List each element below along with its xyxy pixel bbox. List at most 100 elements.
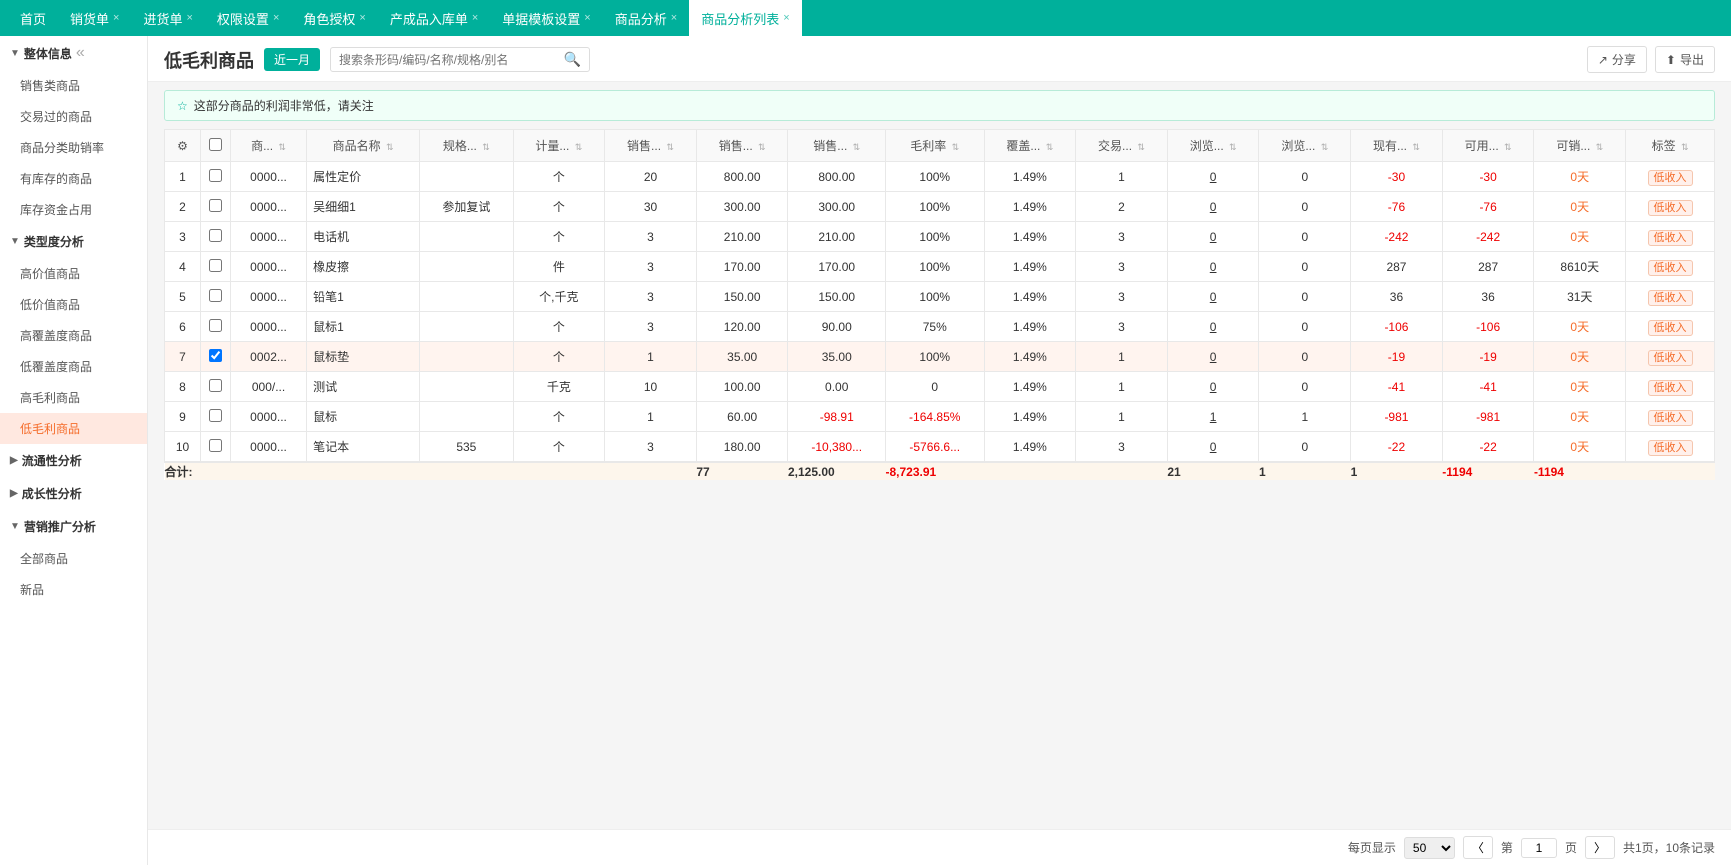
row-checkbox[interactable] xyxy=(209,319,222,332)
th-setting[interactable]: ⚙ xyxy=(165,130,201,162)
share-button[interactable]: ↗ 分享 xyxy=(1587,46,1647,73)
nav-product-in-close[interactable]: × xyxy=(472,12,478,24)
nav-goods-analysis-list[interactable]: 商品分析列表 × xyxy=(689,0,801,36)
sidebar-item-high-margin[interactable]: 高毛利商品 xyxy=(0,382,147,413)
cell-available: -76 xyxy=(1442,192,1534,222)
prev-page-button[interactable]: 〈 xyxy=(1463,836,1493,859)
nav-sales[interactable]: 销货单 × xyxy=(58,0,131,36)
sidebar-item-new-goods[interactable]: 新品 xyxy=(0,574,147,605)
sidebar-group-circulation[interactable]: ▶ 流通性分析 xyxy=(0,444,147,477)
cell-no: 4 xyxy=(165,252,201,282)
sidebar-item-stock-capital[interactable]: 库存资金占用 xyxy=(0,194,147,225)
cell-checkbox[interactable] xyxy=(201,252,231,282)
nav-product-in[interactable]: 产成品入库单 × xyxy=(378,0,490,36)
th-browse1[interactable]: 浏览... ⇅ xyxy=(1167,130,1259,162)
sidebar-collapse-btn[interactable]: « xyxy=(76,44,85,62)
th-saleable[interactable]: 可销... ⇅ xyxy=(1534,130,1626,162)
nav-purchase[interactable]: 进货单 × xyxy=(131,0,204,36)
row-checkbox[interactable] xyxy=(209,349,222,362)
cell-code: 0000... xyxy=(231,282,307,312)
nav-home[interactable]: 首页 xyxy=(8,0,58,36)
search-input[interactable] xyxy=(339,53,564,67)
th-gross-margin[interactable]: 毛利率 ⇅ xyxy=(885,130,984,162)
nav-goods-list-close[interactable]: × xyxy=(783,12,789,24)
cell-checkbox[interactable] xyxy=(201,192,231,222)
nav-role-close[interactable]: × xyxy=(359,12,365,24)
row-checkbox[interactable] xyxy=(209,199,222,212)
nav-role[interactable]: 角色授权 × xyxy=(291,0,377,36)
sidebar-item-traded-goods[interactable]: 交易过的商品 xyxy=(0,101,147,132)
cell-checkbox[interactable] xyxy=(201,312,231,342)
nav-permission-close[interactable]: × xyxy=(273,12,279,24)
nav-goods-analysis-close[interactable]: × xyxy=(671,12,677,24)
nav-sales-close[interactable]: × xyxy=(113,12,119,24)
cell-checkbox[interactable] xyxy=(201,432,231,463)
sidebar-item-all-goods[interactable]: 全部商品 xyxy=(0,543,147,574)
cell-sale-price: 60.00 xyxy=(696,402,788,432)
cell-checkbox[interactable] xyxy=(201,162,231,192)
page-size-select[interactable]: 50 100 200 xyxy=(1404,837,1455,859)
th-sale-price[interactable]: 销售... ⇅ xyxy=(696,130,788,162)
row-checkbox[interactable] xyxy=(209,259,222,272)
sidebar-item-high-coverage[interactable]: 高覆盖度商品 xyxy=(0,320,147,351)
th-unit[interactable]: 计量... ⇅ xyxy=(513,130,605,162)
th-current-stock[interactable]: 现有... ⇅ xyxy=(1351,130,1443,162)
th-coverage[interactable]: 覆盖... ⇅ xyxy=(984,130,1076,162)
select-all-checkbox[interactable] xyxy=(209,138,222,151)
th-browse2[interactable]: 浏览... ⇅ xyxy=(1259,130,1351,162)
nav-template-close[interactable]: × xyxy=(584,12,590,24)
row-checkbox[interactable] xyxy=(209,289,222,302)
cell-browse1[interactable]: 0 xyxy=(1167,222,1259,252)
nav-goods-analysis[interactable]: 商品分析 × xyxy=(603,0,689,36)
row-checkbox[interactable] xyxy=(209,169,222,182)
page-number-input[interactable] xyxy=(1521,838,1557,858)
sidebar-item-low-value[interactable]: 低价值商品 xyxy=(0,289,147,320)
table-row: 8 000/... 测试 千克 10 100.00 0.00 0 1.49% 1… xyxy=(165,372,1715,402)
cell-browse1[interactable]: 0 xyxy=(1167,252,1259,282)
th-available[interactable]: 可用... ⇅ xyxy=(1442,130,1534,162)
nav-permission[interactable]: 权限设置 × xyxy=(205,0,291,36)
sidebar-item-low-margin[interactable]: 低毛利商品 xyxy=(0,413,147,444)
sidebar-group-growth[interactable]: ▶ 成长性分析 xyxy=(0,477,147,510)
nav-template[interactable]: 单据模板设置 × xyxy=(490,0,602,36)
cell-browse1[interactable]: 0 xyxy=(1167,192,1259,222)
bottom-bar: 每页显示 50 100 200 〈 第 页 〉 共1页，10条记录 xyxy=(148,829,1731,865)
cell-checkbox[interactable] xyxy=(201,222,231,252)
row-checkbox[interactable] xyxy=(209,379,222,392)
cell-checkbox[interactable] xyxy=(201,402,231,432)
cell-browse1[interactable]: 0 xyxy=(1167,162,1259,192)
cell-browse1[interactable]: 0 xyxy=(1167,432,1259,463)
sidebar-item-sales-goods[interactable]: 销售类商品 xyxy=(0,70,147,101)
th-tag[interactable]: 标签 ⇅ xyxy=(1626,130,1715,162)
th-checkbox[interactable] xyxy=(201,130,231,162)
cell-checkbox[interactable] xyxy=(201,342,231,372)
cell-browse1[interactable]: 0 xyxy=(1167,372,1259,402)
sidebar-item-high-value[interactable]: 高价值商品 xyxy=(0,258,147,289)
th-code[interactable]: 商... ⇅ xyxy=(231,130,307,162)
th-sale-amount[interactable]: 销售... ⇅ xyxy=(788,130,886,162)
cell-checkbox[interactable] xyxy=(201,282,231,312)
th-name[interactable]: 商品名称 ⇅ xyxy=(307,130,420,162)
cell-browse1[interactable]: 0 xyxy=(1167,312,1259,342)
row-checkbox[interactable] xyxy=(209,409,222,422)
next-page-button[interactable]: 〉 xyxy=(1585,836,1615,859)
cell-browse1[interactable]: 0 xyxy=(1167,342,1259,372)
th-transaction[interactable]: 交易... ⇅ xyxy=(1076,130,1168,162)
cell-browse1[interactable]: 1 xyxy=(1167,402,1259,432)
cell-browse1[interactable]: 0 xyxy=(1167,282,1259,312)
date-filter-button[interactable]: 近一月 xyxy=(264,48,320,71)
sidebar-item-low-coverage[interactable]: 低覆盖度商品 xyxy=(0,351,147,382)
sidebar-group-overview[interactable]: ▼ 整体信息 « xyxy=(0,36,147,70)
th-spec[interactable]: 规格... ⇅ xyxy=(420,130,513,162)
sidebar-item-stock-goods[interactable]: 有库存的商品 xyxy=(0,163,147,194)
th-sale-qty[interactable]: 销售... ⇅ xyxy=(605,130,697,162)
export-button[interactable]: ⬆ 导出 xyxy=(1655,46,1715,73)
cell-checkbox[interactable] xyxy=(201,372,231,402)
nav-purchase-close[interactable]: × xyxy=(186,12,192,24)
row-checkbox[interactable] xyxy=(209,229,222,242)
sidebar-item-category-rate[interactable]: 商品分类助销率 xyxy=(0,132,147,163)
sidebar-group-type-analysis[interactable]: ▼ 类型度分析 xyxy=(0,225,147,258)
cell-name: 吴细细1 xyxy=(307,192,420,222)
sidebar-group-marketing[interactable]: ▼ 营销推广分析 xyxy=(0,510,147,543)
row-checkbox[interactable] xyxy=(209,439,222,452)
